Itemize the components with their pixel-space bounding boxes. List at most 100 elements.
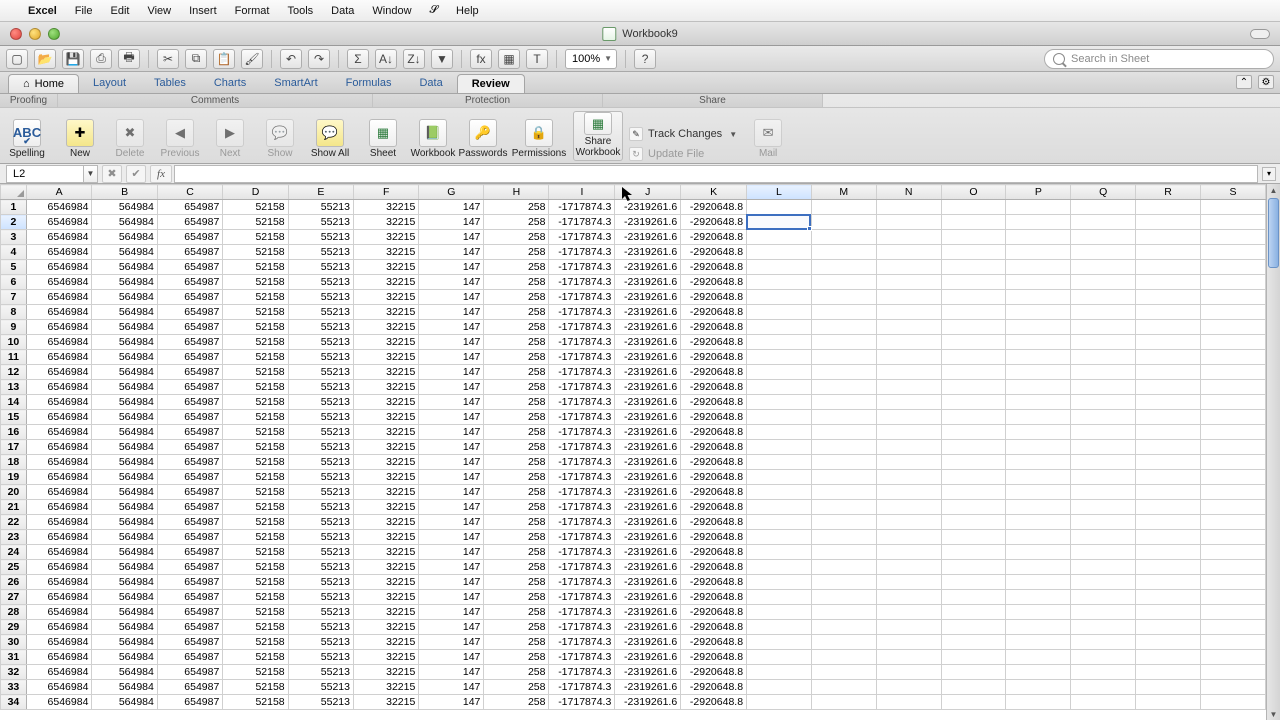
row-header-9[interactable]: 9 [1, 320, 27, 335]
cell-F22[interactable]: 32215 [353, 515, 418, 530]
col-header-I[interactable]: I [549, 185, 615, 200]
cell-G3[interactable]: 147 [419, 230, 484, 245]
cell-B19[interactable]: 564984 [92, 470, 157, 485]
cell-I28[interactable]: -1717874.3 [549, 605, 615, 620]
cell-K12[interactable]: -2920648.8 [681, 365, 747, 380]
open-button[interactable]: 📂 [34, 49, 56, 69]
cell-M33[interactable] [811, 680, 876, 695]
cell-B31[interactable]: 564984 [92, 650, 157, 665]
cell-N27[interactable] [876, 590, 941, 605]
cell-C29[interactable]: 654987 [157, 620, 222, 635]
sort-desc-button[interactable]: Z↓ [403, 49, 425, 69]
cell-A25[interactable]: 6546984 [26, 560, 92, 575]
cell-R6[interactable] [1136, 275, 1201, 290]
show-all-comment-button[interactable]: 💬Show All [305, 111, 355, 161]
cell-H6[interactable]: 258 [484, 275, 549, 290]
row-header-11[interactable]: 11 [1, 350, 27, 365]
cell-Q5[interactable] [1071, 260, 1136, 275]
cell-A4[interactable]: 6546984 [26, 245, 92, 260]
cell-P1[interactable] [1006, 200, 1071, 215]
cell-F18[interactable]: 32215 [353, 455, 418, 470]
cell-K16[interactable]: -2920648.8 [681, 425, 747, 440]
cell-L33[interactable] [747, 680, 812, 695]
cell-N13[interactable] [876, 380, 941, 395]
cell-R31[interactable] [1136, 650, 1201, 665]
cell-L26[interactable] [747, 575, 812, 590]
cell-H3[interactable]: 258 [484, 230, 549, 245]
scroll-down-button[interactable]: ▼ [1267, 708, 1280, 720]
cell-F23[interactable]: 32215 [353, 530, 418, 545]
cell-O32[interactable] [941, 665, 1006, 680]
cell-N34[interactable] [876, 695, 941, 710]
cell-J7[interactable]: -2319261.6 [615, 290, 681, 305]
cell-H27[interactable]: 258 [484, 590, 549, 605]
cell-A5[interactable]: 6546984 [26, 260, 92, 275]
cell-L7[interactable] [747, 290, 812, 305]
cell-S20[interactable] [1200, 485, 1265, 500]
tab-home[interactable]: ⌂Home [8, 74, 79, 93]
cell-A29[interactable]: 6546984 [26, 620, 92, 635]
cell-K24[interactable]: -2920648.8 [681, 545, 747, 560]
row-header-19[interactable]: 19 [1, 470, 27, 485]
cell-I21[interactable]: -1717874.3 [549, 500, 615, 515]
cell-K15[interactable]: -2920648.8 [681, 410, 747, 425]
cell-R15[interactable] [1136, 410, 1201, 425]
scroll-thumb[interactable] [1268, 198, 1279, 268]
cell-F32[interactable]: 32215 [353, 665, 418, 680]
cell-L6[interactable] [747, 275, 812, 290]
cell-M16[interactable] [811, 425, 876, 440]
cell-K33[interactable]: -2920648.8 [681, 680, 747, 695]
menu-file[interactable]: File [75, 5, 93, 17]
cell-B3[interactable]: 564984 [92, 230, 157, 245]
cell-G6[interactable]: 147 [419, 275, 484, 290]
cell-G34[interactable]: 147 [419, 695, 484, 710]
cell-O18[interactable] [941, 455, 1006, 470]
cell-Q13[interactable] [1071, 380, 1136, 395]
cell-L2[interactable] [747, 215, 812, 230]
cell-F1[interactable]: 32215 [353, 200, 418, 215]
cell-M13[interactable] [811, 380, 876, 395]
cell-N19[interactable] [876, 470, 941, 485]
row-header-32[interactable]: 32 [1, 665, 27, 680]
cell-Q19[interactable] [1071, 470, 1136, 485]
cell-F20[interactable]: 32215 [353, 485, 418, 500]
cell-N28[interactable] [876, 605, 941, 620]
cell-L29[interactable] [747, 620, 812, 635]
cell-B21[interactable]: 564984 [92, 500, 157, 515]
cell-B14[interactable]: 564984 [92, 395, 157, 410]
cell-B13[interactable]: 564984 [92, 380, 157, 395]
cell-C23[interactable]: 654987 [157, 530, 222, 545]
cell-R11[interactable] [1136, 350, 1201, 365]
cell-O25[interactable] [941, 560, 1006, 575]
cell-S1[interactable] [1200, 200, 1265, 215]
cell-P30[interactable] [1006, 635, 1071, 650]
cell-K30[interactable]: -2920648.8 [681, 635, 747, 650]
cell-K7[interactable]: -2920648.8 [681, 290, 747, 305]
cell-C27[interactable]: 654987 [157, 590, 222, 605]
cell-F8[interactable]: 32215 [353, 305, 418, 320]
cell-D27[interactable]: 52158 [223, 590, 288, 605]
cell-C4[interactable]: 654987 [157, 245, 222, 260]
cell-Q29[interactable] [1071, 620, 1136, 635]
cell-C20[interactable]: 654987 [157, 485, 222, 500]
cell-L19[interactable] [747, 470, 812, 485]
cell-G26[interactable]: 147 [419, 575, 484, 590]
cell-P26[interactable] [1006, 575, 1071, 590]
cell-D13[interactable]: 52158 [223, 380, 288, 395]
cell-J1[interactable]: -2319261.6 [615, 200, 681, 215]
cell-C26[interactable]: 654987 [157, 575, 222, 590]
cell-A11[interactable]: 6546984 [26, 350, 92, 365]
cell-N25[interactable] [876, 560, 941, 575]
cell-P21[interactable] [1006, 500, 1071, 515]
spelling-button[interactable]: ABC✔Spelling [2, 111, 52, 161]
cell-G23[interactable]: 147 [419, 530, 484, 545]
cell-J13[interactable]: -2319261.6 [615, 380, 681, 395]
cell-I30[interactable]: -1717874.3 [549, 635, 615, 650]
cell-G22[interactable]: 147 [419, 515, 484, 530]
cell-E34[interactable]: 55213 [288, 695, 353, 710]
cell-S5[interactable] [1200, 260, 1265, 275]
cell-J26[interactable]: -2319261.6 [615, 575, 681, 590]
cell-O9[interactable] [941, 320, 1006, 335]
cell-B17[interactable]: 564984 [92, 440, 157, 455]
cell-J28[interactable]: -2319261.6 [615, 605, 681, 620]
